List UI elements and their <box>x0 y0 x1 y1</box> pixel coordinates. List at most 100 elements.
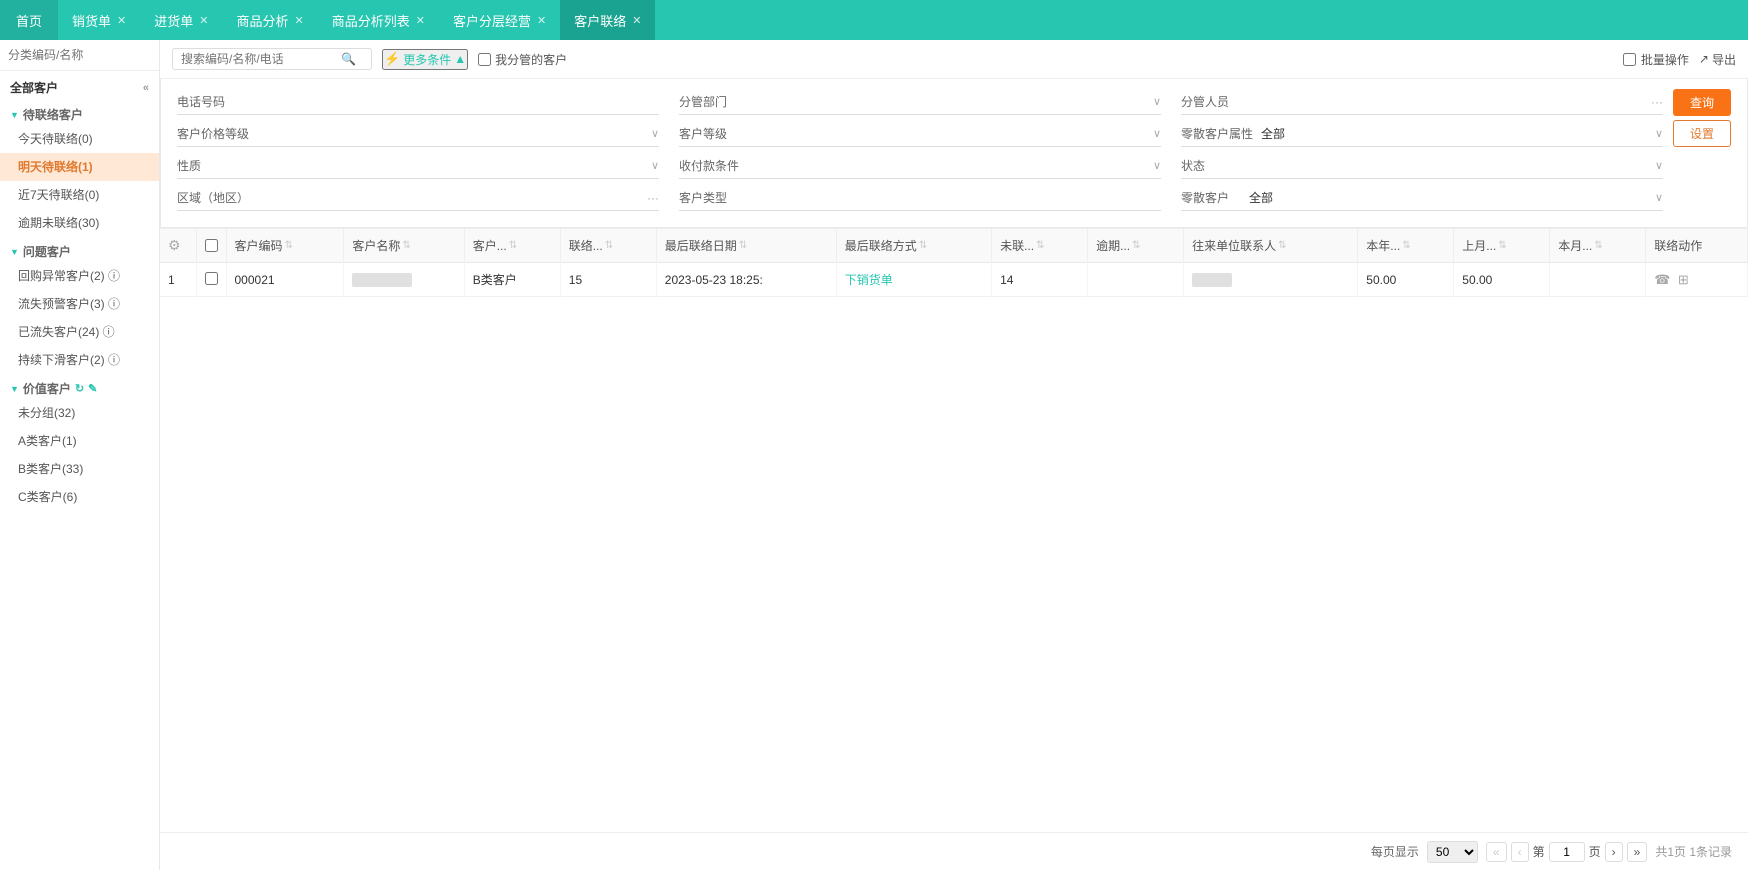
th-checkbox[interactable] <box>196 229 226 263</box>
my-customers-checkbox[interactable] <box>478 53 491 66</box>
sidebar-item-today[interactable]: 今天待联络(0) <box>0 125 159 153</box>
th-overdue[interactable]: 逾期...⇅ <box>1088 229 1184 263</box>
sort-icon-year[interactable]: ⇅ <box>1402 240 1410 251</box>
payment-dropdown-icon[interactable]: ∨ <box>1153 159 1161 172</box>
nav-tab-customercontact[interactable]: 客户联络 ✕ <box>560 0 655 40</box>
sidebar-group-problem: ▼ 问题客户 <box>0 237 159 262</box>
row-checkbox[interactable] <box>205 272 218 285</box>
sidebar-item-class-b[interactable]: B类客户(33) <box>0 455 159 483</box>
filter-cell-region: 区域（地区） ··· <box>177 185 659 211</box>
table-area: ⚙ 客户编码⇅ 客户名称⇅ 客户...⇅ <box>160 228 1748 832</box>
th-last-contact-date[interactable]: 最后联络日期⇅ <box>656 229 836 263</box>
refresh-icon[interactable]: ↻ <box>75 382 84 395</box>
last-page-btn[interactable]: » <box>1627 842 1648 862</box>
scatter-attr-dropdown-icon[interactable]: ∨ <box>1655 127 1663 140</box>
sort-icon-unlisted[interactable]: ⇅ <box>1036 240 1044 251</box>
sort-icon-overdue[interactable]: ⇅ <box>1132 240 1140 251</box>
sort-icon-method[interactable]: ⇅ <box>919 240 927 251</box>
per-page-select[interactable]: 50 10 20 100 <box>1427 841 1478 863</box>
th-last-month[interactable]: 上月...⇅ <box>1454 229 1550 263</box>
close-tab-goodsanalysislist-icon[interactable]: ✕ <box>416 14 425 27</box>
filter-more-btn[interactable]: ⚡ 更多条件 ▲ <box>382 49 468 70</box>
sort-icon-type[interactable]: ⇅ <box>509 240 517 251</box>
th-unit-contact[interactable]: 往来单位联系人⇅ <box>1184 229 1358 263</box>
nav-tab-goodsanalysislist[interactable]: 商品分析列表 ✕ <box>318 0 439 40</box>
th-customer-type[interactable]: 客户...⇅ <box>464 229 560 263</box>
price-level-dropdown-icon[interactable]: ∨ <box>651 127 659 140</box>
close-tab-customerlayer-icon[interactable]: ✕ <box>537 14 546 27</box>
nav-tab-goodsanalysis[interactable]: 商品分析 ✕ <box>222 0 317 40</box>
scatter-dropdown-icon[interactable]: ∨ <box>1655 191 1663 204</box>
sidebar-item-churned[interactable]: 已流失客户(24) ⓘ <box>0 318 159 346</box>
footer: 每页显示 50 10 20 100 « ‹ 第 页 › » 共1页 1条记录 <box>160 832 1748 870</box>
sidebar-item-repurchase-abnormal[interactable]: 回购异常客户(2) ⓘ <box>0 262 159 290</box>
close-tab-salorder-icon[interactable]: ✕ <box>117 14 126 27</box>
close-tab-customercontact-icon[interactable]: ✕ <box>632 14 641 27</box>
person-more-icon[interactable]: ··· <box>1651 95 1663 109</box>
th-action: 联络动作 <box>1646 229 1748 263</box>
th-last-contact-method[interactable]: 最后联络方式⇅ <box>836 229 991 263</box>
status-dropdown-icon[interactable]: ∨ <box>1655 159 1663 172</box>
nav-tab-customerlayer[interactable]: 客户分层经营 ✕ <box>439 0 560 40</box>
th-customer-name[interactable]: 客户名称⇅ <box>344 229 464 263</box>
sort-icon-date[interactable]: ⇅ <box>739 240 747 251</box>
sidebar-item-overdue[interactable]: 逾期未联络(30) <box>0 209 159 237</box>
grid-icon[interactable]: ⊞ <box>1678 272 1689 287</box>
sidebar: 🔍 全部客户 « ▼ 待联络客户 今天待联络(0) 明天待联络(1) 近7天待联… <box>0 40 160 870</box>
th-this-year[interactable]: 本年...⇅ <box>1358 229 1454 263</box>
sort-icon[interactable]: ⇅ <box>285 240 293 251</box>
last-contact-method-link[interactable]: 下销货单 <box>845 273 893 287</box>
th-unlisted[interactable]: 未联...⇅ <box>992 229 1088 263</box>
total-label: 共1页 1条记录 <box>1655 843 1732 860</box>
settings-btn[interactable]: 设置 <box>1673 120 1731 147</box>
page-number-input[interactable] <box>1549 842 1585 862</box>
batch-op-btn[interactable]: 批量操作 <box>1623 51 1689 68</box>
sidebar-all-customers[interactable]: 全部客户 « <box>0 71 159 100</box>
prev-page-btn[interactable]: ‹ <box>1511 842 1529 862</box>
sidebar-item-class-a[interactable]: A类客户(1) <box>0 427 159 455</box>
td-last-contact-method[interactable]: 下销货单 <box>836 263 991 297</box>
nav-home[interactable]: 首页 <box>0 0 58 40</box>
dept-dropdown-icon[interactable]: ∨ <box>1153 95 1161 108</box>
sort-icon-lastmonth[interactable]: ⇅ <box>1498 240 1506 251</box>
select-all-checkbox[interactable] <box>205 239 218 252</box>
top-navigation: 首页 销货单 ✕ 进货单 ✕ 商品分析 ✕ 商品分析列表 ✕ 客户分层经营 ✕ … <box>0 0 1748 40</box>
my-customers-checkbox-label[interactable]: 我分管的客户 <box>478 51 567 68</box>
nature-dropdown-icon[interactable]: ∨ <box>651 159 659 172</box>
export-btn[interactable]: ↗ 导出 <box>1699 51 1736 68</box>
sidebar-item-declining[interactable]: 持续下滑客户(2) ⓘ <box>0 346 159 374</box>
sort-icon-unit[interactable]: ⇅ <box>1278 240 1286 251</box>
query-btn[interactable]: 查询 <box>1673 89 1731 116</box>
close-tab-goodsanalysis-icon[interactable]: ✕ <box>295 14 304 27</box>
first-page-btn[interactable]: « <box>1486 842 1507 862</box>
sidebar-item-ungrouped[interactable]: 未分组(32) <box>0 399 159 427</box>
sidebar-item-tomorrow[interactable]: 明天待联络(1) <box>0 153 159 181</box>
sidebar-collapse-icon[interactable]: « <box>143 82 149 94</box>
th-contact-count[interactable]: 联络...⇅ <box>560 229 656 263</box>
search-submit-icon[interactable]: 🔍 <box>341 52 356 66</box>
sort-icon-name[interactable]: ⇅ <box>402 240 410 251</box>
nav-tab-salorder[interactable]: 销货单 ✕ <box>58 0 140 40</box>
next-page-btn[interactable]: › <box>1605 842 1623 862</box>
filter-cell-scatter-attr: 零散客户属性 全部 ∨ <box>1181 121 1663 147</box>
sidebar-item-7days[interactable]: 近7天待联络(0) <box>0 181 159 209</box>
batch-op-checkbox[interactable] <box>1623 53 1636 66</box>
gear-icon[interactable]: ⚙ <box>168 237 181 254</box>
filter-cell-cust-level: 客户等级 ∨ <box>679 121 1161 147</box>
th-this-month[interactable]: 本月...⇅ <box>1550 229 1646 263</box>
cust-level-dropdown-icon[interactable]: ∨ <box>1153 127 1161 140</box>
td-checkbox[interactable] <box>196 263 226 297</box>
sort-icon-thismonth[interactable]: ⇅ <box>1594 240 1602 251</box>
sort-icon-contact[interactable]: ⇅ <box>605 240 613 251</box>
sidebar-item-churn-warning[interactable]: 流失预警客户(3) ⓘ <box>0 290 159 318</box>
sidebar-search-input[interactable] <box>8 48 160 62</box>
region-more-icon[interactable]: ··· <box>647 191 659 205</box>
sidebar-item-class-c[interactable]: C类客户(6) <box>0 483 159 511</box>
edit-icon[interactable]: ✎ <box>88 382 97 395</box>
nav-tab-purchaseorder[interactable]: 进货单 ✕ <box>140 0 222 40</box>
th-gear[interactable]: ⚙ <box>160 229 196 263</box>
phone-icon[interactable]: ☎ <box>1654 272 1670 287</box>
th-customer-code[interactable]: 客户编码⇅ <box>226 229 344 263</box>
close-tab-purchaseorder-icon[interactable]: ✕ <box>199 14 208 27</box>
search-input[interactable] <box>181 52 341 66</box>
